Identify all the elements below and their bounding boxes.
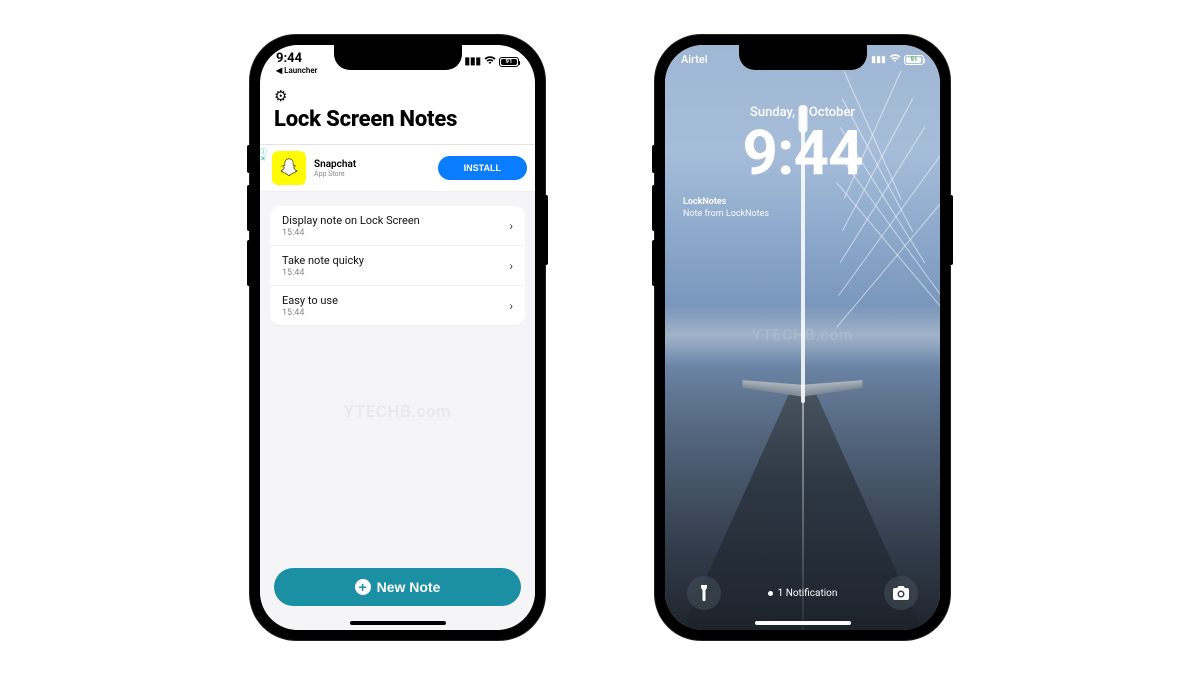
snapchat-app-icon — [272, 151, 306, 185]
ad-banner[interactable]: ⓘ✕ Snapchat App Store INSTALL — [260, 145, 535, 192]
cellular-signal-icon: ▮▮▮ — [464, 56, 481, 67]
notification-summary[interactable]: 1 Notification — [768, 588, 838, 599]
wifi-icon — [889, 53, 901, 66]
plus-circle-icon: + — [355, 579, 371, 595]
note-time: 15:44 — [282, 268, 364, 278]
notch — [739, 45, 867, 70]
home-indicator[interactable] — [755, 621, 851, 625]
lock-screen[interactable]: YTECHB.com Airtel ▮▮▮ 91 Sunday, 9 Octob… — [665, 45, 940, 630]
dot-icon — [768, 591, 773, 596]
ad-install-button[interactable]: INSTALL — [438, 156, 527, 180]
app-screen: 9:44 ◀ Launcher ▮▮▮ 91 ⚙︎ Lock Screen No… — [260, 45, 535, 630]
battery-icon: 91 — [499, 57, 519, 67]
note-row[interactable]: Easy to use 15:44 › — [270, 286, 525, 325]
app-title: Lock Screen Notes — [274, 107, 521, 138]
ad-info-icon[interactable]: ⓘ✕ — [260, 149, 267, 163]
status-back-to-app[interactable]: ◀ Launcher — [276, 66, 318, 75]
settings-gear-icon[interactable]: ⚙︎ — [274, 87, 287, 105]
notch — [334, 45, 462, 70]
phone-right: YTECHB.com Airtel ▮▮▮ 91 Sunday, 9 Octob… — [655, 35, 950, 640]
note-title: Easy to use — [282, 294, 338, 307]
note-row[interactable]: Display note on Lock Screen 15:44 › — [270, 206, 525, 246]
note-row[interactable]: Take note quicky 15:44 › — [270, 246, 525, 286]
lock-time: 9:44 — [665, 117, 940, 190]
cellular-signal-icon: ▮▮▮ — [871, 55, 886, 65]
wifi-icon — [484, 55, 496, 68]
status-time: 9:44 — [276, 51, 318, 66]
notification-count-label: 1 Notification — [778, 588, 838, 599]
content-area: Display note on Lock Screen 15:44 › Take… — [260, 192, 535, 630]
new-note-label: New Note — [377, 579, 441, 595]
notes-list: Display note on Lock Screen 15:44 › Take… — [270, 206, 525, 325]
phone-left: 9:44 ◀ Launcher ▮▮▮ 91 ⚙︎ Lock Screen No… — [250, 35, 545, 640]
note-title: Take note quicky — [282, 254, 364, 267]
note-time: 15:44 — [282, 308, 338, 318]
flashlight-button[interactable] — [687, 576, 721, 610]
carrier-label: Airtel — [681, 53, 708, 66]
camera-button[interactable] — [884, 576, 918, 610]
chevron-right-icon: › — [509, 219, 513, 233]
note-title: Display note on Lock Screen — [282, 214, 420, 227]
new-note-button[interactable]: + New Note — [274, 568, 521, 606]
widget-title: LockNotes — [683, 197, 769, 209]
lock-widget[interactable]: LockNotes Note from LockNotes — [683, 197, 769, 220]
app-header: ⚙︎ Lock Screen Notes — [260, 85, 535, 144]
note-time: 15:44 — [282, 228, 420, 238]
battery-icon: 91 — [904, 55, 924, 65]
chevron-right-icon: › — [509, 299, 513, 313]
chevron-right-icon: › — [509, 259, 513, 273]
widget-subtitle: Note from LockNotes — [683, 209, 769, 221]
home-indicator[interactable] — [350, 621, 446, 625]
ad-app-name: Snapchat — [314, 159, 430, 170]
ad-subtitle: App Store — [314, 170, 430, 178]
watermark: YTECHB.com — [752, 325, 854, 344]
watermark: YTECHB.com — [344, 402, 452, 422]
